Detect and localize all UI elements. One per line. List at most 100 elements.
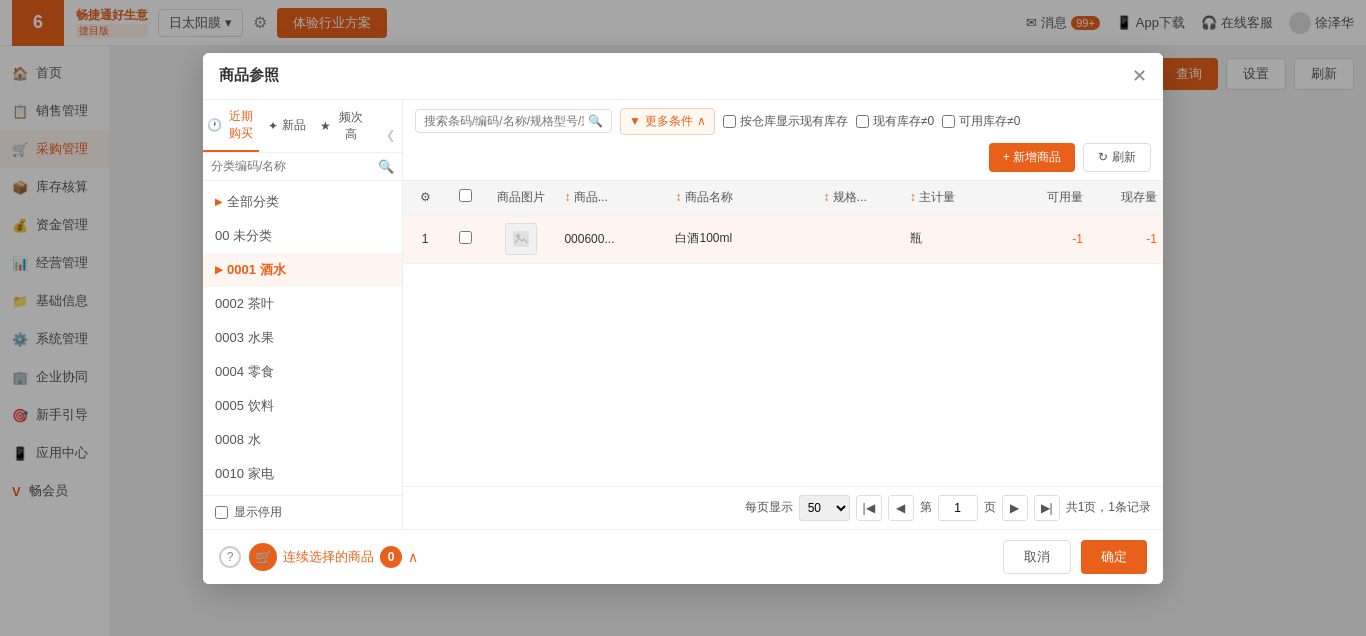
filter-chevron-icon: ∧ bbox=[697, 114, 706, 128]
checkbox-stock-label[interactable]: 按仓库显示现有库存 bbox=[723, 113, 848, 130]
cat-item-0004[interactable]: 0004 零食 bbox=[203, 355, 402, 389]
row-avail: -1 bbox=[990, 214, 1089, 263]
add-product-btn[interactable]: + 新增商品 bbox=[989, 143, 1075, 172]
footer-cart: 🛒 连续选择的商品 0 ∧ bbox=[249, 543, 418, 571]
col-spec-header: ↕ 规格... bbox=[818, 181, 904, 215]
col-check-header bbox=[447, 181, 484, 215]
total-info: 共1页，1条记录 bbox=[1066, 499, 1151, 516]
modal-close-btn[interactable]: ✕ bbox=[1132, 65, 1147, 87]
toolbar-right: + 新增商品 ↻ 刷新 bbox=[989, 143, 1151, 172]
show-disabled-checkbox[interactable] bbox=[215, 506, 228, 519]
show-disabled-label[interactable]: 显示停用 bbox=[234, 504, 282, 521]
row-unit: 瓶 bbox=[904, 214, 990, 263]
product-img bbox=[505, 223, 537, 255]
chevron-up-icon[interactable]: ∧ bbox=[408, 549, 418, 565]
first-page-btn[interactable]: |◀ bbox=[856, 495, 882, 521]
settings-icon[interactable]: ⚙ bbox=[420, 190, 431, 204]
recent-icon: 🕐 bbox=[207, 118, 222, 132]
refresh-btn[interactable]: ↻ 刷新 bbox=[1083, 143, 1151, 172]
arrow-icon-0001: ▶ bbox=[215, 264, 223, 275]
cat-search-icon[interactable]: 🔍 bbox=[378, 159, 394, 174]
checkbox-available[interactable] bbox=[856, 115, 869, 128]
last-page-btn[interactable]: ▶| bbox=[1034, 495, 1060, 521]
sort-icon-name: ↕ bbox=[675, 190, 681, 204]
select-all-checkbox[interactable] bbox=[459, 189, 472, 202]
tab-recent[interactable]: 🕐 近期购买 bbox=[203, 100, 259, 152]
pagination: 每页显示 50 100 |◀ ◀ 第 页 ▶ ▶| 共1页，1条记录 bbox=[403, 487, 1163, 529]
new-icon: ✦ bbox=[268, 119, 278, 133]
col-avail-header: 可用量 bbox=[990, 181, 1089, 215]
cat-item-0001[interactable]: ▶ 0001 酒水 bbox=[203, 253, 402, 287]
svg-point-1 bbox=[516, 234, 520, 238]
cancel-btn[interactable]: 取消 bbox=[1003, 540, 1071, 574]
col-settings: ⚙ bbox=[403, 181, 447, 215]
col-stock-header: 现存量 bbox=[1089, 181, 1163, 215]
cat-item-0010[interactable]: 0010 家电 bbox=[203, 457, 402, 491]
cart-icon: 🛒 bbox=[249, 543, 277, 571]
filter-icon: ▼ bbox=[629, 114, 641, 128]
checkbox-available-label[interactable]: 现有库存≠0 bbox=[856, 113, 934, 130]
modal-footer: ? 🛒 连续选择的商品 0 ∧ 取消 确定 bbox=[203, 529, 1163, 584]
sort-icon-unit: ↕ bbox=[910, 190, 916, 204]
prev-page-btn[interactable]: ◀ bbox=[888, 495, 914, 521]
category-tabs: 🕐 近期购买 ✦ 新品 ★ 频次高 《 bbox=[203, 100, 402, 153]
cat-list: ▶ 全部分类 00 未分类 ▶ 0001 酒水 0002 茶叶 0003 水果 bbox=[203, 181, 402, 495]
product-toolbar: 🔍 ▼ 更多条件 ∧ 按仓库显示现有库存 现有库存≠0 bbox=[403, 100, 1163, 181]
col-img-header: 商品图片 bbox=[484, 181, 558, 215]
cat-item-all[interactable]: ▶ 全部分类 bbox=[203, 185, 402, 219]
refresh-icon: ↻ bbox=[1098, 150, 1108, 164]
cat-search-input[interactable] bbox=[211, 159, 374, 173]
row-name: 白酒100ml bbox=[669, 214, 817, 263]
category-panel: 🕐 近期购买 ✦ 新品 ★ 频次高 《 🔍 bbox=[203, 100, 403, 529]
sort-icon-code: ↕ bbox=[564, 190, 570, 204]
filter-btn[interactable]: ▼ 更多条件 ∧ bbox=[620, 108, 715, 135]
cat-item-0005[interactable]: 0005 饮料 bbox=[203, 389, 402, 423]
cat-item-0002[interactable]: 0002 茶叶 bbox=[203, 287, 402, 321]
cat-search: 🔍 bbox=[203, 153, 402, 181]
search-icon[interactable]: 🔍 bbox=[588, 114, 603, 128]
product-search-input[interactable] bbox=[424, 114, 584, 128]
cat-item-0003[interactable]: 0003 水果 bbox=[203, 321, 402, 355]
cat-item-0008[interactable]: 0008 水 bbox=[203, 423, 402, 457]
table-row[interactable]: 1 bbox=[403, 214, 1163, 263]
footer-left: ? 🛒 连续选择的商品 0 ∧ bbox=[219, 543, 418, 571]
page-input[interactable] bbox=[938, 495, 978, 521]
img-placeholder-icon bbox=[511, 229, 531, 249]
row-stock: -1 bbox=[1089, 214, 1163, 263]
col-name-header: ↕ 商品名称 bbox=[669, 181, 817, 215]
modal-overlay: 商品参照 ✕ 🕐 近期购买 ✦ 新品 ★ 频次高 bbox=[0, 0, 1366, 636]
checkbox-usable[interactable] bbox=[942, 115, 955, 128]
product-search-box: 🔍 bbox=[415, 109, 612, 133]
star-icon: ★ bbox=[320, 119, 331, 133]
modal-body: 🕐 近期购买 ✦ 新品 ★ 频次高 《 🔍 bbox=[203, 100, 1163, 529]
cart-count: 0 bbox=[380, 546, 402, 568]
collapse-btn[interactable]: 《 bbox=[372, 122, 402, 152]
help-icon[interactable]: ? bbox=[219, 546, 241, 568]
row-img-cell bbox=[484, 214, 558, 263]
tab-new[interactable]: ✦ 新品 bbox=[259, 100, 315, 152]
table-header-row: ⚙ 商品图片 ↕ 商品... bbox=[403, 181, 1163, 215]
modal-title: 商品参照 bbox=[219, 66, 279, 85]
checkbox-stock[interactable] bbox=[723, 115, 736, 128]
cat-footer: 显示停用 bbox=[203, 495, 402, 529]
row-spec bbox=[818, 214, 904, 263]
product-panel: 🔍 ▼ 更多条件 ∧ 按仓库显示现有库存 现有库存≠0 bbox=[403, 100, 1163, 529]
cat-item-00[interactable]: 00 未分类 bbox=[203, 219, 402, 253]
per-page-select[interactable]: 50 100 bbox=[799, 495, 850, 521]
col-code-header: ↕ 商品... bbox=[558, 181, 669, 215]
next-page-btn[interactable]: ▶ bbox=[1002, 495, 1028, 521]
row-checkbox[interactable] bbox=[459, 231, 472, 244]
product-modal: 商品参照 ✕ 🕐 近期购买 ✦ 新品 ★ 频次高 bbox=[203, 53, 1163, 584]
row-code: 000600... bbox=[558, 214, 669, 263]
product-data-table: ⚙ 商品图片 ↕ 商品... bbox=[403, 181, 1163, 264]
col-unit-header: ↕ 主计量 bbox=[904, 181, 990, 215]
row-num: 1 bbox=[403, 214, 447, 263]
tab-frequent[interactable]: ★ 频次高 bbox=[316, 100, 372, 152]
product-table: ⚙ 商品图片 ↕ 商品... bbox=[403, 181, 1163, 487]
checkbox-usable-label[interactable]: 可用库存≠0 bbox=[942, 113, 1020, 130]
confirm-btn[interactable]: 确定 bbox=[1081, 540, 1147, 574]
arrow-icon-all: ▶ bbox=[215, 196, 223, 207]
footer-right: 取消 确定 bbox=[1003, 540, 1147, 574]
sort-icon-spec: ↕ bbox=[824, 190, 830, 204]
modal-header: 商品参照 ✕ bbox=[203, 53, 1163, 100]
